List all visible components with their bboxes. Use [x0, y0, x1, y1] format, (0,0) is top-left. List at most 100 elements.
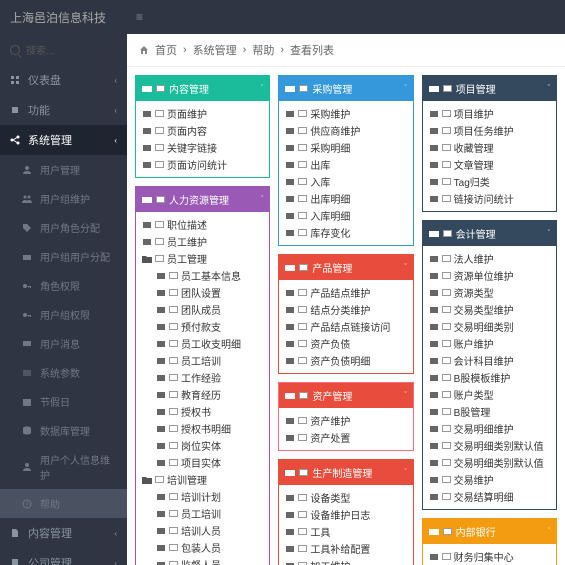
card-item[interactable]: 员工维护 [142, 233, 263, 250]
checkbox[interactable] [298, 144, 307, 151]
card-item[interactable]: 工具 [285, 523, 406, 540]
chevron-down-icon[interactable]: ˇ [404, 264, 406, 271]
checkbox[interactable] [169, 459, 178, 466]
checkbox[interactable] [442, 425, 451, 432]
card-item[interactable]: 产品结点维护 [285, 284, 406, 301]
checkbox[interactable] [169, 510, 178, 517]
card-item[interactable]: 项目实体 [142, 454, 263, 471]
search-input[interactable]: 搜索... [0, 34, 127, 65]
card-header[interactable]: 采购管理ˇ [279, 76, 412, 101]
card-item[interactable]: 授权书明细 [142, 420, 263, 437]
breadcrumb-item[interactable]: 首页 [155, 42, 177, 58]
checkbox[interactable] [298, 110, 307, 117]
checkbox[interactable] [169, 374, 178, 381]
card-item[interactable]: 结点分类维护 [285, 301, 406, 318]
card-item[interactable]: 页面访问统计 [142, 156, 263, 173]
card-header[interactable]: 人力资源管理ˇ [136, 187, 269, 212]
checkbox[interactable] [298, 212, 307, 219]
card-item[interactable]: 加工维护 [285, 557, 406, 565]
checkbox[interactable] [155, 221, 164, 228]
card-item[interactable]: 资产负债明细 [285, 352, 406, 369]
card-item[interactable]: 员工收支明细 [142, 335, 263, 352]
breadcrumb-item[interactable]: 帮助 [252, 42, 274, 58]
card-item[interactable]: 资产维护 [285, 412, 406, 429]
card-item[interactable]: 员工基本信息 [142, 267, 263, 284]
sidebar-item[interactable]: 用户消息 [0, 329, 127, 358]
sidebar-item[interactable]: 节假日 [0, 387, 127, 416]
checkbox[interactable] [155, 161, 164, 168]
sidebar-item[interactable]: 用户个人信息维护 [0, 445, 127, 489]
menu-toggle-icon[interactable]: ≡ [136, 10, 143, 24]
chevron-down-icon[interactable]: ˇ [261, 196, 263, 203]
chevron-down-icon[interactable]: ˇ [261, 85, 263, 92]
checkbox[interactable] [169, 340, 178, 347]
checkbox[interactable] [169, 272, 178, 279]
card-item[interactable]: 教育经历 [142, 386, 263, 403]
card-item[interactable]: 职位描述 [142, 216, 263, 233]
checkbox[interactable] [298, 195, 307, 202]
card-item[interactable]: 资源单位维护 [429, 267, 550, 284]
sidebar-item[interactable]: 公司管理‹ [0, 548, 127, 565]
chevron-down-icon[interactable]: ˇ [548, 230, 550, 237]
checkbox[interactable] [443, 85, 452, 92]
sidebar-item[interactable]: 用户组用户分配 [0, 242, 127, 271]
card-header[interactable]: 生产制造管理ˇ [279, 460, 412, 485]
checkbox[interactable] [442, 110, 451, 117]
checkbox[interactable] [442, 306, 451, 313]
checkbox[interactable] [442, 391, 451, 398]
checkbox[interactable] [169, 306, 178, 313]
checkbox[interactable] [299, 264, 308, 271]
checkbox[interactable] [298, 161, 307, 168]
sidebar-item[interactable]: 用户组权限 [0, 300, 127, 329]
sidebar-item[interactable]: 功能‹ [0, 95, 127, 125]
card-item[interactable]: B股模板维护 [429, 369, 550, 386]
chevron-down-icon[interactable]: ˇ [404, 85, 406, 92]
card-item[interactable]: Tag归类 [429, 173, 550, 190]
card-item[interactable]: 员工培训 [142, 352, 263, 369]
card-item[interactable]: 交易明细维护 [429, 420, 550, 437]
card-item[interactable]: 入库 [285, 173, 406, 190]
sidebar-item[interactable]: 内容管理‹ [0, 518, 127, 548]
checkbox[interactable] [298, 229, 307, 236]
sidebar-item[interactable]: 系统参数 [0, 358, 127, 387]
card-item[interactable]: 页面维护 [142, 105, 263, 122]
checkbox[interactable] [169, 323, 178, 330]
card-item[interactable]: 员工管理 [142, 250, 263, 267]
sidebar-item[interactable]: 数据库管理 [0, 416, 127, 445]
card-item[interactable]: 交易维护 [429, 471, 550, 488]
checkbox[interactable] [442, 374, 451, 381]
checkbox[interactable] [442, 272, 451, 279]
card-item[interactable]: 项目任务维护 [429, 122, 550, 139]
checkbox[interactable] [156, 196, 165, 203]
checkbox[interactable] [443, 230, 452, 237]
checkbox[interactable] [298, 545, 307, 552]
checkbox[interactable] [298, 494, 307, 501]
card-item[interactable]: 包装人员 [142, 539, 263, 556]
checkbox[interactable] [442, 493, 451, 500]
checkbox[interactable] [298, 528, 307, 535]
checkbox[interactable] [155, 110, 164, 117]
card-header[interactable]: 产品管理ˇ [279, 255, 412, 280]
card-item[interactable]: 出库明细 [285, 190, 406, 207]
sidebar-item[interactable]: 系统管理‹ [0, 125, 127, 155]
checkbox[interactable] [442, 255, 451, 262]
card-item[interactable]: 页面内容 [142, 122, 263, 139]
card-item[interactable]: 监督人员 [142, 556, 263, 565]
checkbox[interactable] [298, 434, 307, 441]
checkbox[interactable] [442, 340, 451, 347]
checkbox[interactable] [155, 255, 164, 262]
sidebar-item[interactable]: 仪表盘‹ [0, 65, 127, 95]
card-header[interactable]: 会计管理ˇ [423, 221, 556, 246]
checkbox[interactable] [299, 85, 308, 92]
card-item[interactable]: 资产处置 [285, 429, 406, 446]
chevron-down-icon[interactable]: ˇ [404, 469, 406, 476]
checkbox[interactable] [443, 528, 452, 535]
breadcrumb-item[interactable]: 系统管理 [193, 42, 237, 58]
chevron-down-icon[interactable]: ˇ [548, 85, 550, 92]
card-item[interactable]: 出库 [285, 156, 406, 173]
checkbox[interactable] [155, 238, 164, 245]
card-item[interactable]: 会计科目维护 [429, 352, 550, 369]
card-item[interactable]: 入库明细 [285, 207, 406, 224]
card-item[interactable]: 库存变化 [285, 224, 406, 241]
card-item[interactable]: 账户类型 [429, 386, 550, 403]
